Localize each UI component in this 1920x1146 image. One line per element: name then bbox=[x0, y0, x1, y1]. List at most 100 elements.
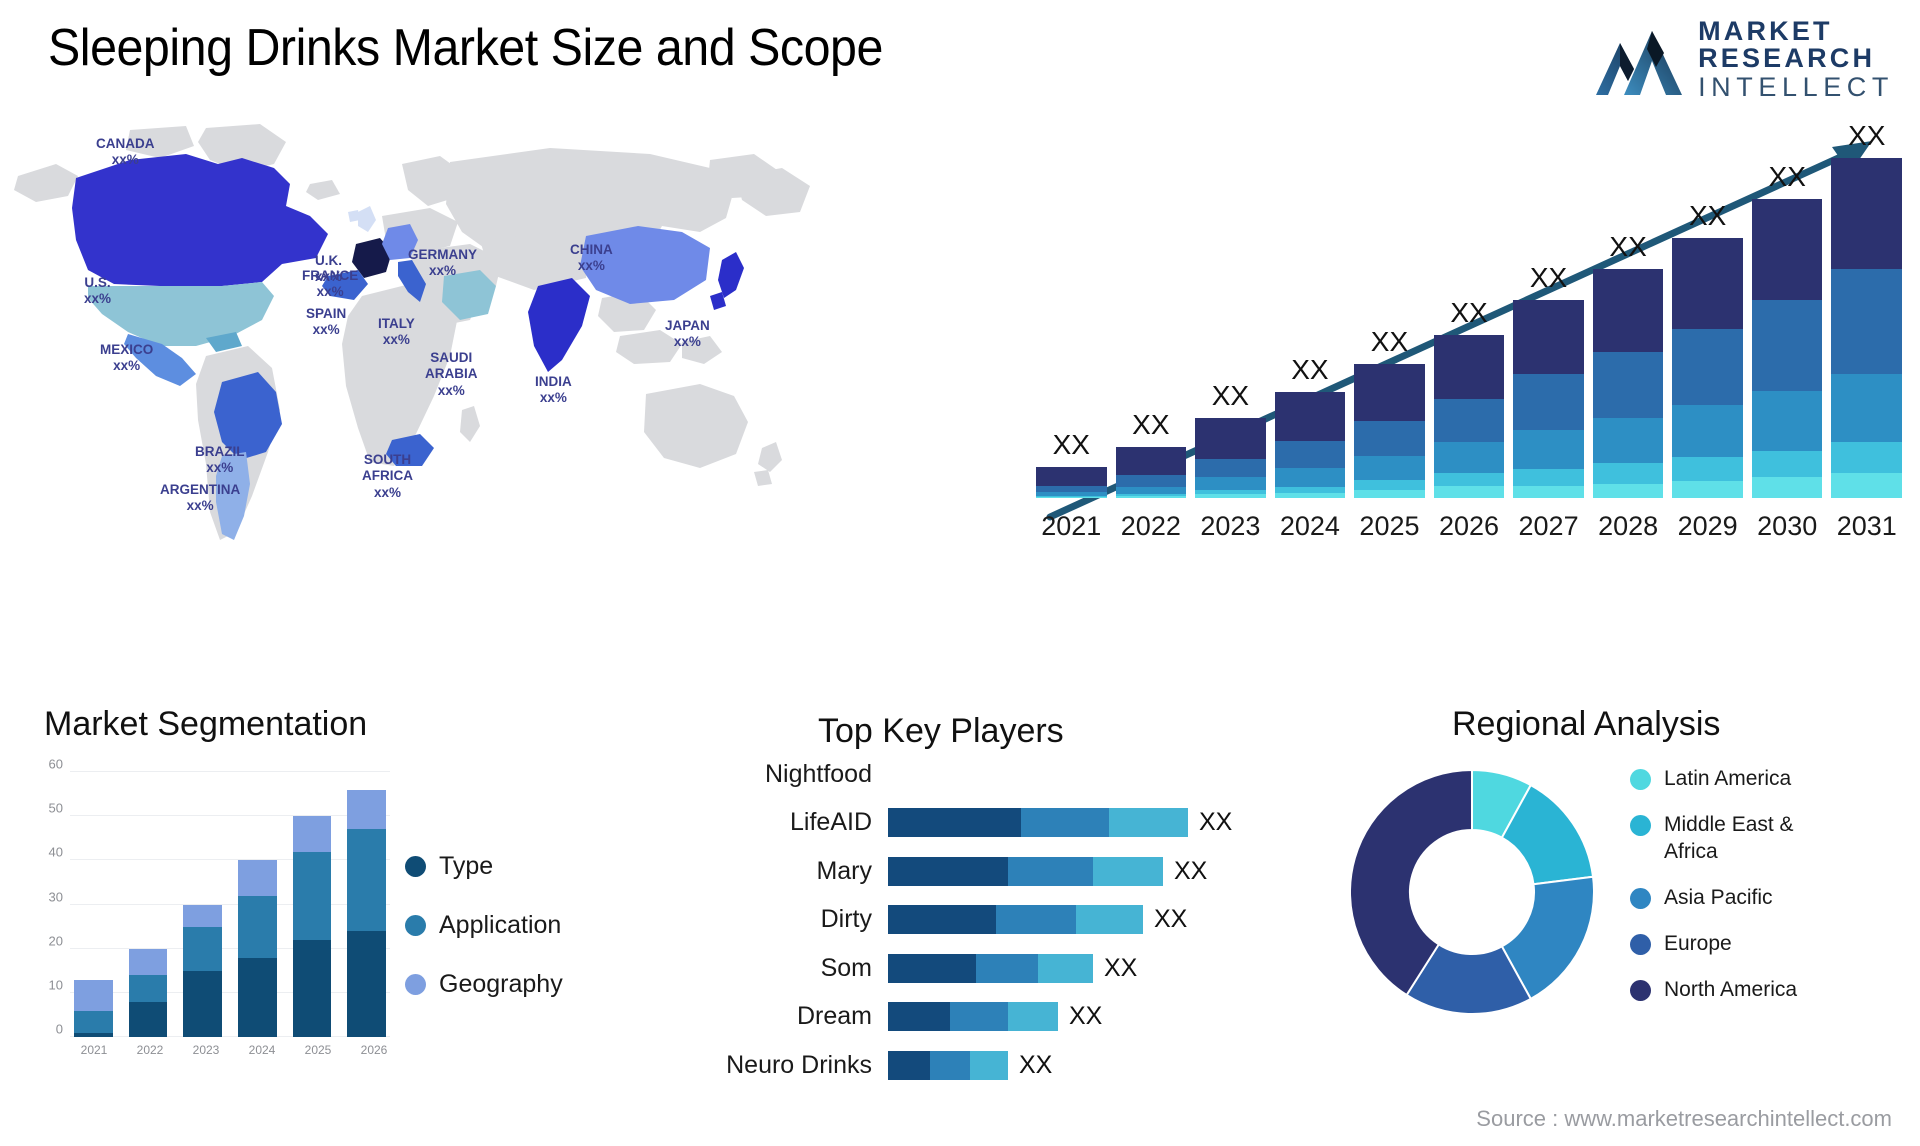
growth-bar-value-label: XX bbox=[1291, 353, 1329, 385]
regional-legend-item: Asia Pacific bbox=[1630, 885, 1814, 911]
source-credit: Source : www.marketresearchintellect.com bbox=[1476, 1106, 1892, 1131]
map-label-value: xx% bbox=[186, 498, 214, 514]
player-bar-segment bbox=[970, 1050, 1008, 1080]
player-name: Dream bbox=[796, 1002, 872, 1031]
map-label-spain: SPAIN xx% bbox=[306, 306, 346, 339]
growth-bar-segment bbox=[1036, 467, 1107, 486]
growth-bar-segment bbox=[1195, 493, 1266, 498]
world-choropleth-map: CANADA xx% U.S. xx% MEXICO xx% BRAZIL xx% ARGENT… bbox=[10, 120, 840, 570]
map-highlight-canada bbox=[72, 154, 328, 286]
growth-bar-segment bbox=[1433, 399, 1505, 443]
map-label-country: MEXICO bbox=[100, 342, 154, 357]
player-bar bbox=[888, 808, 1188, 838]
map-label-value: xx% bbox=[316, 284, 344, 300]
segmentation-bar-segment bbox=[128, 975, 168, 1002]
legend-color-dot bbox=[405, 856, 426, 877]
logo-line-market: MARKET bbox=[1698, 16, 1833, 46]
legend-color-dot bbox=[405, 974, 426, 995]
map-label-country: INDIA bbox=[535, 374, 572, 389]
map-label-country: CANADA bbox=[96, 136, 155, 151]
growth-bar-segment bbox=[1592, 351, 1664, 418]
segmentation-bar-segment bbox=[238, 860, 277, 896]
regional-analysis-title: Regional Analysis bbox=[1452, 705, 1721, 743]
player-bar-segment bbox=[1038, 953, 1093, 983]
segmentation-y-tick: 10 bbox=[48, 977, 63, 993]
player-value-label: XX bbox=[1174, 856, 1208, 885]
segmentation-y-tick: 60 bbox=[48, 756, 63, 772]
growth-bar-segment bbox=[1274, 441, 1346, 469]
growth-bar-segment bbox=[1751, 390, 1823, 451]
regional-legend-item: Latin America bbox=[1630, 766, 1814, 792]
market-segmentation-chart: 10 20 30 40 50 60 0 2021 2022 2023 2024 2025 2026 T… bbox=[30, 756, 630, 1110]
segmentation-bar-segment bbox=[347, 829, 387, 931]
growth-bar: XX bbox=[1036, 429, 1107, 498]
legend-label: Application bbox=[439, 911, 562, 939]
growth-bar-segment bbox=[1195, 477, 1266, 490]
segmentation-bars bbox=[74, 772, 387, 1037]
player-name: LifeAID bbox=[790, 808, 872, 837]
growth-bar: XX bbox=[1433, 297, 1505, 498]
segmentation-bar bbox=[128, 948, 168, 1037]
growth-bar-segment bbox=[1592, 462, 1664, 484]
player-value-label: XX bbox=[1019, 1050, 1053, 1079]
map-label-value: xx% bbox=[84, 291, 112, 307]
player-bar-segment bbox=[888, 1002, 950, 1032]
player-row: Dream XX bbox=[640, 993, 1300, 1042]
map-label-italy: ITALY xx% bbox=[378, 316, 415, 349]
player-bar bbox=[888, 905, 1143, 935]
map-label-country: AFRICA bbox=[362, 468, 413, 484]
legend-color-dot bbox=[1630, 980, 1651, 1002]
map-label-brazil: BRAZIL xx% bbox=[195, 444, 245, 477]
map-label-country: ITALY bbox=[378, 316, 415, 331]
growth-bar-segment bbox=[1513, 469, 1584, 486]
player-bar bbox=[888, 856, 1163, 886]
growth-bar-segment bbox=[1513, 374, 1584, 430]
growth-bar-value-label: XX bbox=[1768, 161, 1806, 193]
segmentation-bar-segment bbox=[183, 970, 223, 1037]
growth-bar-segment bbox=[1672, 456, 1743, 482]
growth-bar-value-label: XX bbox=[1609, 231, 1647, 263]
map-label-country: U.K. bbox=[315, 253, 343, 268]
growth-bar-value-label: XX bbox=[1132, 408, 1170, 440]
regional-analysis-chart: Latin America Middle East & Africa Asia Pa… bbox=[1330, 760, 1890, 1110]
growth-bar-segment bbox=[1354, 480, 1425, 490]
segmentation-x-label: 2021 bbox=[80, 1043, 108, 1057]
segmentation-bar-segment bbox=[74, 1010, 113, 1033]
growth-bar-value-label: XX bbox=[1848, 120, 1886, 151]
regional-legend-item: Middle East & Africa bbox=[1630, 812, 1814, 865]
growth-year-label: 2021 bbox=[1041, 511, 1102, 541]
mri-mountain-logo-icon bbox=[1596, 30, 1683, 95]
growth-bar-segment bbox=[1354, 489, 1425, 498]
segmentation-legend-item: Application bbox=[405, 911, 563, 940]
growth-bar-segment bbox=[1274, 468, 1346, 487]
player-value-label: XX bbox=[1199, 808, 1233, 837]
growth-bar-value-label: XX bbox=[1529, 262, 1568, 294]
growth-bar: XX bbox=[1115, 409, 1187, 499]
growth-year-label: 2031 bbox=[1836, 511, 1897, 541]
segmentation-x-label: 2023 bbox=[192, 1043, 220, 1057]
growth-bar-segment bbox=[1433, 485, 1505, 498]
map-label-value: xx% bbox=[111, 152, 139, 168]
map-label-value: xx% bbox=[437, 382, 465, 398]
segmentation-bar-segment bbox=[292, 939, 332, 1037]
growth-bar-value-label: XX bbox=[1688, 200, 1727, 232]
growth-bar-value-label: XX bbox=[1211, 379, 1250, 411]
map-label-germany: GERMANY xx% bbox=[408, 247, 477, 280]
segmentation-y-tick: 30 bbox=[48, 889, 63, 904]
infographic-page: Sleeping Drinks Market Size and Scope MA… bbox=[0, 0, 1920, 1146]
map-label-country: ARABIA bbox=[425, 366, 478, 382]
segmentation-bar-segment bbox=[74, 979, 113, 1011]
growth-bar: XX bbox=[1592, 231, 1664, 498]
growth-bar: XX bbox=[1195, 380, 1266, 498]
growth-bar-segment bbox=[1751, 450, 1823, 478]
map-label-saudi-arabia: SAUDI ARABIA xx% bbox=[425, 350, 478, 399]
player-bar-segment bbox=[1076, 905, 1143, 935]
growth-bar-segment bbox=[1831, 442, 1903, 474]
growth-bar-segment bbox=[1115, 446, 1187, 476]
segmentation-bar-segment bbox=[74, 1032, 113, 1037]
map-highlight-uk bbox=[348, 206, 376, 232]
player-row: Mary XX bbox=[640, 847, 1300, 896]
map-label-argentina: ARGENTINA xx% bbox=[160, 482, 240, 515]
map-label-country: SAUDI bbox=[430, 350, 473, 365]
growth-bar-value-label: XX bbox=[1450, 297, 1488, 329]
